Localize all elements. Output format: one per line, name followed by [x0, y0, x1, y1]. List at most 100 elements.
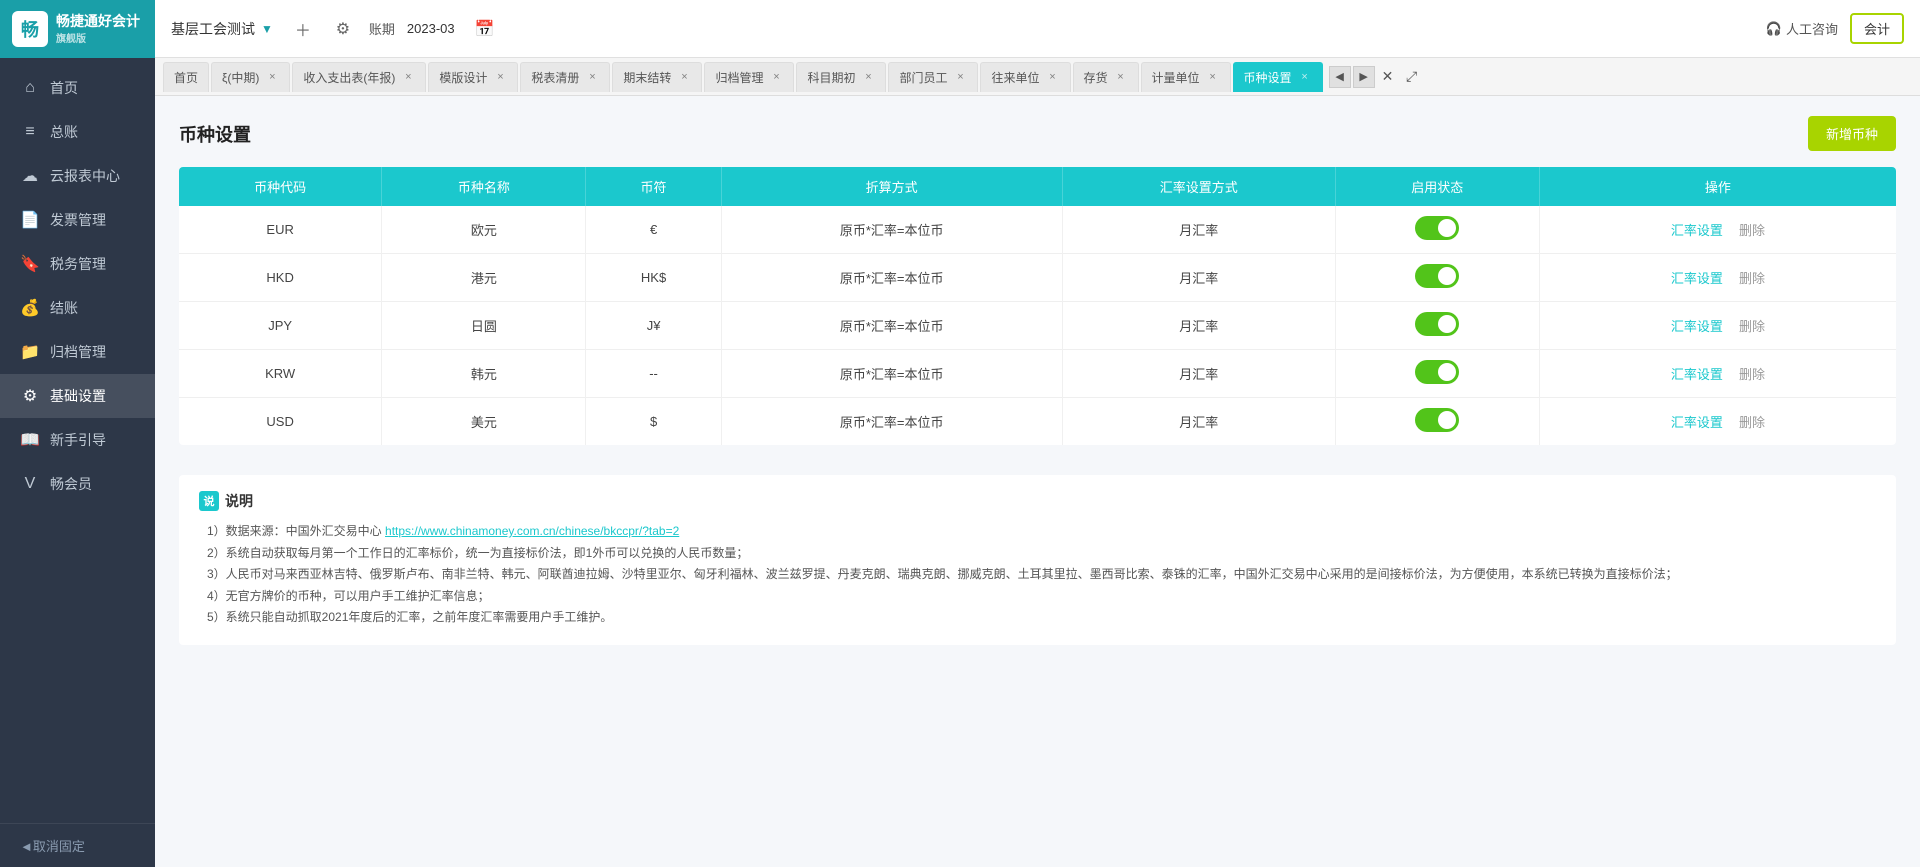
tab-首页[interactable]: 首页 — [163, 62, 209, 92]
toggle-1[interactable] — [1415, 264, 1459, 288]
sidebar-item-畅会员[interactable]: V畅会员 — [0, 462, 155, 506]
tab-归档管理[interactable]: 归档管理× — [704, 62, 794, 92]
cell-3-1: 韩元 — [382, 350, 586, 398]
delete-link-2[interactable]: 删除 — [1739, 319, 1765, 334]
notice-link[interactable]: https://www.chinamoney.com.cn/chinese/bk… — [385, 524, 679, 538]
tab-expand-button[interactable]: ⤢ — [1401, 66, 1423, 88]
tab-label-1: ξ(中期) — [222, 69, 259, 86]
nav-icon-6: 📁 — [20, 342, 40, 362]
add-tab-button[interactable]: ＋ — [289, 15, 317, 43]
account-button[interactable]: 会计 — [1850, 13, 1904, 44]
tab-存货[interactable]: 存货× — [1073, 62, 1139, 92]
col-header-0: 币种代码 — [179, 167, 382, 206]
tab-期末结转[interactable]: 期末结转× — [612, 62, 702, 92]
rate-link-1[interactable]: 汇率设置 — [1671, 271, 1723, 286]
tab-close-8[interactable]: × — [953, 70, 967, 84]
company-name: 基层工会测试 — [171, 19, 255, 39]
tab-label-12: 币种设置 — [1244, 69, 1292, 86]
tab-收入支出表(年报)[interactable]: 收入支出表(年报) × — [292, 62, 426, 92]
sidebar-item-新手引导[interactable]: 📖新手引导 — [0, 418, 155, 462]
cell-0-3: 原币*汇率=本位币 — [721, 206, 1062, 254]
tab-close-9[interactable]: × — [1046, 70, 1060, 84]
rate-link-2[interactable]: 汇率设置 — [1671, 319, 1723, 334]
nav-icon-2: ☁ — [20, 166, 40, 186]
tab-close-11[interactable]: × — [1206, 70, 1220, 84]
tab-税表清册[interactable]: 税表清册× — [520, 62, 610, 92]
tab-科目期初[interactable]: 科目期初× — [796, 62, 886, 92]
headset-icon: 🎧 — [1766, 21, 1782, 37]
rate-link-0[interactable]: 汇率设置 — [1671, 223, 1723, 238]
cell-2-1: 日圆 — [382, 302, 586, 350]
cell-0-4: 月汇率 — [1062, 206, 1335, 254]
toggle-3[interactable] — [1415, 360, 1459, 384]
tab-部门员工[interactable]: 部门员工× — [888, 62, 978, 92]
app-title: 畅捷通好会计 — [56, 13, 140, 30]
tab-币种设置[interactable]: 币种设置 × — [1233, 62, 1323, 92]
tab-close-all-button[interactable]: ✕ — [1377, 66, 1399, 88]
table-row-2: JPY日圆J¥原币*汇率=本位币月汇率汇率设置删除 — [179, 302, 1896, 350]
help-label: 人工咨询 — [1786, 19, 1838, 38]
settings-icon[interactable]: ⚙ — [329, 15, 357, 43]
tab-计量单位[interactable]: 计量单位× — [1141, 62, 1231, 92]
tab-模版设计[interactable]: 模版设计× — [428, 62, 518, 92]
tab-close-7[interactable]: × — [861, 70, 875, 84]
sidebar-item-总账[interactable]: ≡总账 — [0, 110, 155, 154]
tab-next-button[interactable]: ▶ — [1353, 66, 1375, 88]
sidebar-footer-pin[interactable]: ◄取消固定 — [0, 823, 155, 867]
tab-prev-button[interactable]: ◀ — [1329, 66, 1351, 88]
company-dropdown-icon[interactable]: ▼ — [261, 22, 273, 36]
tab-close-3[interactable]: × — [493, 70, 507, 84]
sidebar-item-云报表中心[interactable]: ☁云报表中心 — [0, 154, 155, 198]
sidebar-item-归档管理[interactable]: 📁归档管理 — [0, 330, 155, 374]
notice-item-2: 3）人民币对马来西亚林吉特、俄罗斯卢布、南非兰特、韩元、阿联酋迪拉姆、沙特里亚尔… — [199, 564, 1876, 586]
tab-label-2: 收入支出表(年报) — [303, 69, 395, 86]
sidebar-item-结账[interactable]: 💰结账 — [0, 286, 155, 330]
sidebar-item-基础设置[interactable]: ⚙基础设置 — [0, 374, 155, 418]
delete-link-1[interactable]: 删除 — [1739, 271, 1765, 286]
tab-往来单位[interactable]: 往来单位× — [980, 62, 1070, 92]
nav-label-8: 新手引导 — [50, 430, 106, 450]
delete-link-3[interactable]: 删除 — [1739, 367, 1765, 382]
new-currency-button[interactable]: 新增币种 — [1808, 116, 1896, 151]
tab-close-12[interactable]: × — [1298, 70, 1312, 84]
toggle-2[interactable] — [1415, 312, 1459, 336]
notice-item-0: 1）数据来源：中国外汇交易中心 https://www.chinamoney.c… — [199, 521, 1876, 543]
app-subtitle: 旗舰版 — [56, 30, 140, 45]
nav-label-4: 税务管理 — [50, 254, 106, 274]
sidebar-item-首页[interactable]: ⌂首页 — [0, 66, 155, 110]
tab-ξ(中期)[interactable]: ξ(中期) × — [211, 62, 290, 92]
delete-link-4[interactable]: 删除 — [1739, 415, 1765, 430]
rate-link-4[interactable]: 汇率设置 — [1671, 415, 1723, 430]
toggle-4[interactable] — [1415, 408, 1459, 432]
company-selector[interactable]: 基层工会测试 ▼ — [171, 19, 273, 39]
cell-2-2: J¥ — [586, 302, 721, 350]
tab-close-10[interactable]: × — [1114, 70, 1128, 84]
cell-2-toggle — [1335, 302, 1539, 350]
nav-icon-9: V — [20, 475, 40, 493]
toggle-0[interactable] — [1415, 216, 1459, 240]
cell-4-actions: 汇率设置 删除 — [1539, 398, 1896, 446]
cell-3-3: 原币*汇率=本位币 — [721, 350, 1062, 398]
calendar-icon[interactable]: 📅 — [471, 15, 499, 43]
cell-4-toggle — [1335, 398, 1539, 446]
rate-link-3[interactable]: 汇率设置 — [1671, 367, 1723, 382]
tab-close-4[interactable]: × — [585, 70, 599, 84]
tab-close-6[interactable]: × — [769, 70, 783, 84]
col-header-2: 币符 — [586, 167, 721, 206]
sidebar-item-发票管理[interactable]: 📄发票管理 — [0, 198, 155, 242]
logo-icon: 畅 — [12, 11, 48, 47]
tab-close-5[interactable]: × — [677, 70, 691, 84]
tab-close-2[interactable]: × — [401, 70, 415, 84]
delete-link-0[interactable]: 删除 — [1739, 223, 1765, 238]
sidebar-item-税务管理[interactable]: 🔖税务管理 — [0, 242, 155, 286]
cell-0-2: € — [586, 206, 721, 254]
help-button[interactable]: 🎧 人工咨询 — [1766, 19, 1838, 38]
col-header-1: 币种名称 — [382, 167, 586, 206]
cell-3-toggle — [1335, 350, 1539, 398]
page-header: 币种设置 新增币种 — [179, 116, 1896, 151]
content-area: 币种设置 新增币种 币种代码币种名称币符折算方式汇率设置方式启用状态操作 EUR… — [155, 96, 1920, 867]
tab-close-1[interactable]: × — [265, 70, 279, 84]
nav-icon-7: ⚙ — [20, 386, 40, 406]
notice-item-3: 4）无官方牌价的币种，可以用户手工维护汇率信息； — [199, 586, 1876, 608]
table-row-4: USD美元$原币*汇率=本位币月汇率汇率设置删除 — [179, 398, 1896, 446]
